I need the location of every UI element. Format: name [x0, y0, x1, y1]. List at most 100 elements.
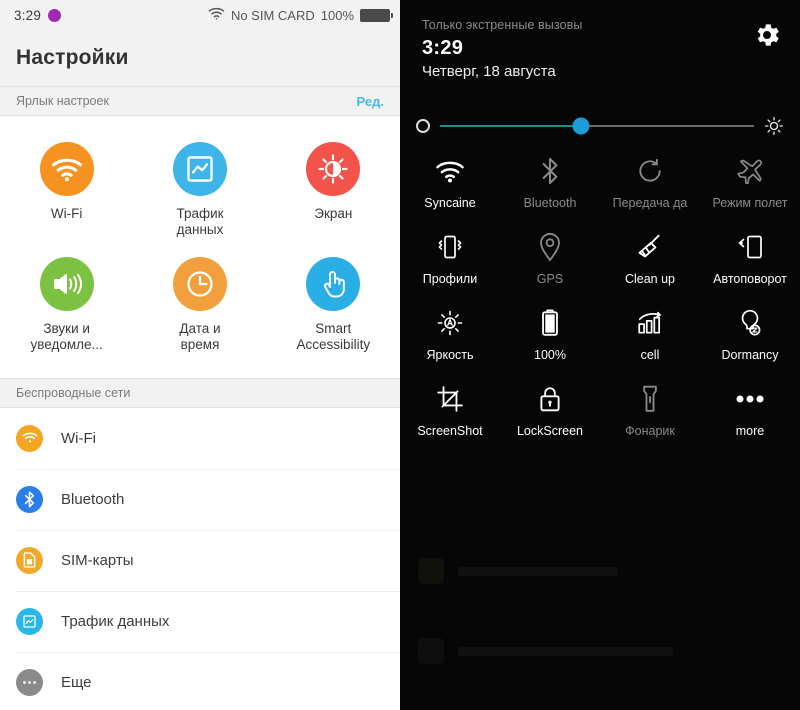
tile-flashlight[interactable]: Фонарик	[600, 370, 700, 446]
quick-settings-panel: Только экстренные вызовы 3:29 Четверг, 1…	[400, 0, 800, 710]
settings-screen: 3:29 No SIM CARD 100% Настройки Ярлык на…	[0, 0, 400, 710]
list-item-data-usage[interactable]: Трафик данных	[0, 590, 400, 652]
tile-battery[interactable]: 100%	[500, 294, 600, 370]
tile-label: cell	[640, 348, 660, 362]
brightness-thumb[interactable]	[572, 117, 590, 135]
tile-more[interactable]: more	[700, 370, 800, 446]
vibrate-icon	[435, 232, 465, 262]
crop-icon	[436, 384, 464, 414]
wifi-icon	[208, 7, 225, 23]
shortcut-display[interactable]: Экран	[267, 134, 400, 249]
tile-label: 100%	[534, 348, 566, 362]
tile-gps[interactable]: GPS	[500, 218, 600, 294]
shortcut-date-time[interactable]: Дата и время	[133, 249, 266, 364]
list-item-label: SIM-карты	[61, 551, 134, 569]
status-bar-time: 3:29	[14, 7, 42, 23]
shortcut-label: Smart Accessibility	[296, 320, 371, 353]
shortcut-label: Звуки и уведомле...	[30, 320, 103, 353]
wireless-section-label: Беспроводные сети	[16, 385, 131, 400]
list-item-label: Еще	[61, 673, 92, 691]
shortcut-data-usage[interactable]: Трафик данных	[133, 134, 266, 249]
list-item-bluetooth[interactable]: Bluetooth	[0, 468, 400, 530]
wifi-icon	[16, 424, 43, 452]
shortcut-sound[interactable]: Звуки и уведомле...	[0, 249, 133, 364]
bluetooth-icon	[16, 485, 43, 513]
list-item-sim-cards[interactable]: SIM-карты	[0, 529, 400, 591]
tile-profiles[interactable]: Профили	[400, 218, 500, 294]
brightness-low-icon	[416, 119, 430, 133]
notification-text	[458, 566, 618, 576]
shortcut-label: Wi-Fi	[50, 206, 83, 221]
brightness-track[interactable]	[440, 117, 754, 135]
tile-screenshot[interactable]: ScreenShot	[400, 370, 500, 446]
brightness-slider[interactable]	[400, 116, 800, 136]
brightness-auto-icon	[435, 308, 465, 338]
list-item-more[interactable]: Еще	[0, 651, 400, 710]
tile-label: Dormancy	[721, 348, 779, 362]
tile-bluetooth[interactable]: Bluetooth	[500, 142, 600, 218]
tile-mobile-data[interactable]: Передача да	[600, 142, 700, 218]
tile-lockscreen[interactable]: LockScreen	[500, 370, 600, 446]
list-item-label: Wi-Fi	[61, 429, 96, 447]
tile-label: ScreenShot	[417, 424, 483, 438]
tile-airplane-mode[interactable]: Режим полет	[700, 142, 800, 218]
shortcut-section-header: Ярлык настроек Ред.	[0, 86, 400, 116]
wifi-icon	[435, 156, 465, 186]
tile-label: Режим полет	[712, 196, 788, 210]
bluetooth-icon	[541, 156, 559, 186]
tile-label: Профили	[422, 272, 478, 286]
quick-tiles-grid: Syncaine Bluetooth Передача да Режим пол…	[400, 136, 800, 446]
battery-icon	[540, 308, 560, 338]
auto-rotate-icon	[735, 232, 765, 262]
tile-row: Syncaine Bluetooth Передача да Режим пол…	[400, 142, 800, 218]
tile-cell[interactable]: cell	[600, 294, 700, 370]
shortcut-section-label: Ярлык настроек	[16, 94, 109, 108]
wireless-settings-list: Wi-Fi Bluetooth SIM-карты Трафик данных …	[0, 407, 400, 710]
hand-pointer-icon	[306, 256, 361, 311]
panel-header: Только экстренные вызовы 3:29 Четверг, 1…	[400, 0, 800, 80]
clock-icon	[172, 256, 227, 311]
carrier-status-text: Только экстренные вызовы	[422, 18, 583, 32]
shortcut-smart-accessibility[interactable]: Smart Accessibility	[267, 249, 400, 364]
wifi-icon	[39, 142, 94, 196]
shortcut-wifi[interactable]: Wi-Fi	[0, 134, 133, 249]
notification-ghost-area	[400, 548, 800, 710]
lock-icon	[538, 384, 562, 414]
brightness-fill	[440, 125, 582, 127]
sim-status-text: No SIM CARD	[230, 7, 315, 23]
tile-row: Профили GPS Clean up Автоповорот	[400, 218, 800, 294]
purple-dot-icon	[48, 8, 62, 22]
tile-label: Яркость	[426, 348, 474, 362]
bulb-sleep-icon	[737, 308, 763, 338]
sim-card-icon	[16, 546, 43, 574]
tile-row: ScreenShot LockScreen Фонарик more	[400, 370, 800, 446]
data-usage-icon	[172, 142, 227, 196]
notification-text	[458, 646, 673, 656]
shortcut-label: Экран	[314, 206, 353, 221]
airplane-icon	[735, 156, 765, 186]
tile-label: GPS	[536, 272, 564, 286]
list-item-wifi[interactable]: Wi-Fi	[0, 408, 400, 469]
tile-label: Передача да	[612, 196, 688, 210]
more-dots-icon	[16, 668, 43, 696]
data-sync-icon	[636, 156, 664, 186]
more-dots-icon	[735, 384, 765, 414]
page-title: Настройки	[16, 46, 129, 69]
display-brightness-icon	[306, 142, 361, 196]
edit-shortcuts-button[interactable]: Ред.	[357, 94, 384, 109]
tile-auto-rotate[interactable]: Автоповорот	[700, 218, 800, 294]
flashlight-icon	[640, 384, 660, 414]
tile-dormancy[interactable]: Dormancy	[700, 294, 800, 370]
tile-brightness[interactable]: Яркость	[400, 294, 500, 370]
signal-bars-icon	[636, 308, 664, 338]
status-bar: 3:29 No SIM CARD 100%	[0, 0, 400, 30]
gear-icon[interactable]	[752, 20, 782, 50]
tile-wifi[interactable]: Syncaine	[400, 142, 500, 218]
notification-ghost	[400, 548, 800, 594]
settings-shortcut-grid: Wi-Fi Трафик данных Экран Звуки и уведом…	[0, 116, 400, 378]
app-icon	[418, 558, 444, 584]
list-item-label: Bluetooth	[61, 490, 125, 508]
panel-date: Четверг, 18 августа	[422, 63, 556, 80]
brightness-high-icon	[764, 116, 784, 136]
tile-clean-up[interactable]: Clean up	[600, 218, 700, 294]
